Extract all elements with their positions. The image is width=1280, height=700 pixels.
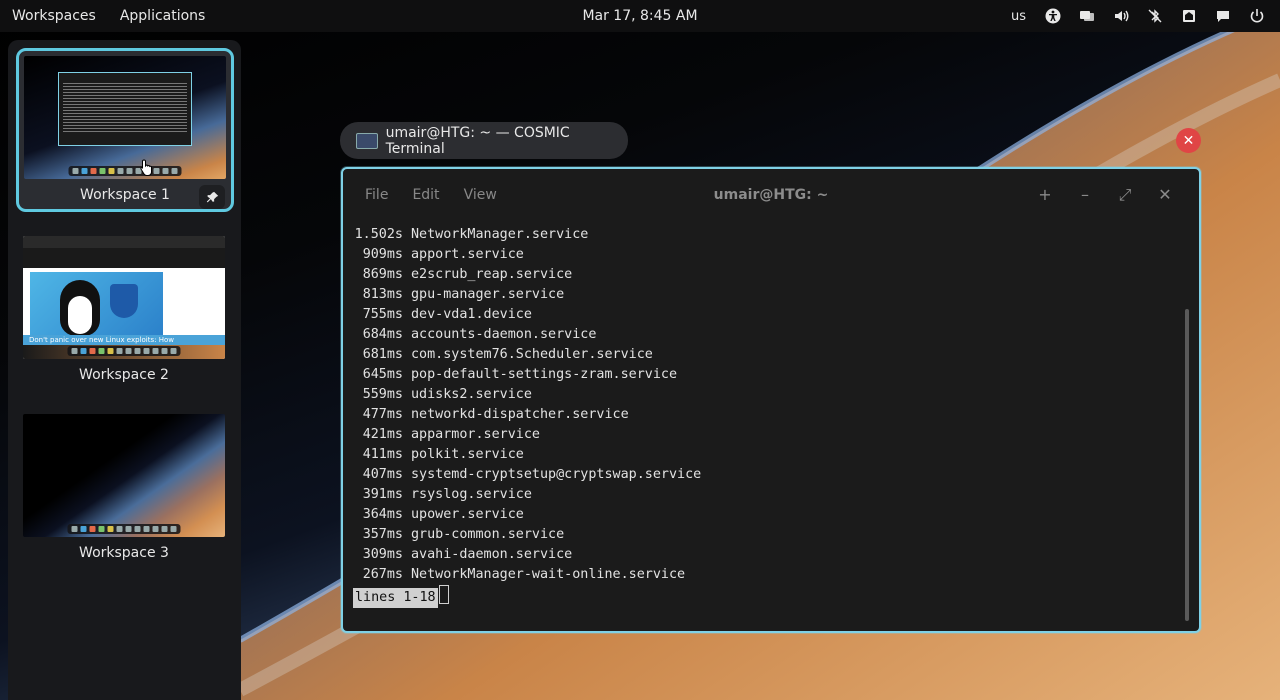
applications-button[interactable]: Applications [108, 0, 218, 32]
workspaces-panel: Workspace 1 Don't panic over new Linux e… [8, 40, 241, 700]
article-caption: Don't panic over new Linux exploits: How [23, 335, 225, 345]
minimize-button[interactable]: – [1065, 169, 1105, 221]
display-icon[interactable] [1070, 0, 1104, 32]
output-line: 813ms gpu-manager.service [362, 287, 565, 302]
dock-preview [67, 346, 181, 356]
bluetooth-off-icon[interactable] [1138, 0, 1172, 32]
terminal-window[interactable]: File Edit View umair@HTG: ~ + – ⤢ ✕ 1.50… [341, 167, 1201, 633]
output-line: 267ms NetworkManager-wait-online.service [362, 567, 686, 582]
terminal-output[interactable]: 1.502s NetworkManager.service 909ms apport… [353, 225, 1181, 615]
new-tab-button[interactable]: + [1025, 169, 1065, 221]
output-line: 391ms rsyslog.service [362, 487, 532, 502]
output-line: 1.502s NetworkManager.service [354, 227, 589, 242]
workspace-1-preview [24, 56, 226, 179]
text-cursor [438, 585, 449, 604]
window-controls: + – ⤢ ✕ [1025, 169, 1185, 221]
output-line: 559ms udisks2.service [362, 387, 532, 402]
pin-icon[interactable] [199, 185, 225, 209]
maximize-button[interactable]: ⤢ [1105, 169, 1145, 221]
pager-prompt: lines 1-18 [353, 585, 1181, 608]
close-window-button[interactable]: ✕ [1176, 128, 1201, 153]
system-tray: us [1001, 0, 1274, 32]
output-line: 407ms systemd-cryptsetup@cryptswap.servic… [362, 467, 702, 482]
workspace-1-label: Workspace 1 [80, 187, 170, 203]
output-line: 411ms polkit.service [362, 447, 524, 462]
mouse-pointer-icon [140, 159, 152, 176]
workspace-3[interactable]: Workspace 3 [23, 414, 225, 567]
workspace-3-preview [23, 414, 225, 537]
workspaces-button[interactable]: Workspaces [0, 0, 108, 32]
close-button[interactable]: ✕ [1145, 169, 1185, 221]
output-line: 869ms e2scrub_reap.service [362, 267, 573, 282]
output-line: 684ms accounts-daemon.service [362, 327, 597, 342]
notifications-icon[interactable] [1206, 0, 1240, 32]
output-line: 477ms networkd-dispatcher.service [362, 407, 629, 422]
menu-bar: File Edit View [353, 169, 509, 221]
volume-icon[interactable] [1104, 0, 1138, 32]
terminal-header: File Edit View umair@HTG: ~ + – ⤢ ✕ [343, 169, 1199, 221]
workspace-1[interactable]: Workspace 1 [16, 48, 234, 212]
output-line: 364ms upower.service [362, 507, 524, 522]
terminal-icon [356, 132, 378, 149]
menu-edit[interactable]: Edit [400, 169, 451, 221]
workspace-2-label: Workspace 2 [79, 367, 169, 383]
workspace-2-preview: Don't panic over new Linux exploits: How [23, 236, 225, 359]
menu-view[interactable]: View [452, 169, 509, 221]
accessibility-icon[interactable] [1036, 0, 1070, 32]
close-icon: ✕ [1182, 132, 1195, 149]
scrollbar[interactable] [1185, 309, 1189, 621]
network-icon[interactable] [1172, 0, 1206, 32]
keyboard-layout-indicator[interactable]: us [1001, 0, 1036, 32]
output-line: 357ms grub-common.service [362, 527, 565, 542]
dock-preview [68, 166, 182, 176]
pager-status: lines 1-18 [353, 588, 438, 608]
window-title: umair@HTG: ~ — COSMIC Terminal [385, 124, 570, 157]
workspace-3-label: Workspace 3 [79, 545, 169, 561]
workspace-2[interactable]: Don't panic over new Linux exploits: How… [23, 236, 225, 389]
window-title-chip[interactable]: umair@HTG: ~ — COSMIC Terminal [340, 122, 628, 159]
menu-file[interactable]: File [353, 169, 400, 221]
output-line: 645ms pop-default-settings-zram.service [362, 367, 678, 382]
output-line: 755ms dev-vda1.device [362, 307, 532, 322]
power-icon[interactable] [1240, 0, 1274, 32]
output-line: 421ms apparmor.service [362, 427, 540, 442]
top-panel: Workspaces Applications Mar 17, 8:45 AM … [0, 0, 1280, 32]
article-image [30, 272, 163, 344]
terminal-preview [58, 72, 192, 146]
clock[interactable]: Mar 17, 8:45 AM [582, 8, 697, 24]
output-line: 681ms com.system76.Scheduler.service [362, 347, 653, 362]
dock-preview [67, 524, 181, 534]
output-line: 909ms apport.service [362, 247, 524, 262]
output-line: 309ms avahi-daemon.service [362, 547, 573, 562]
